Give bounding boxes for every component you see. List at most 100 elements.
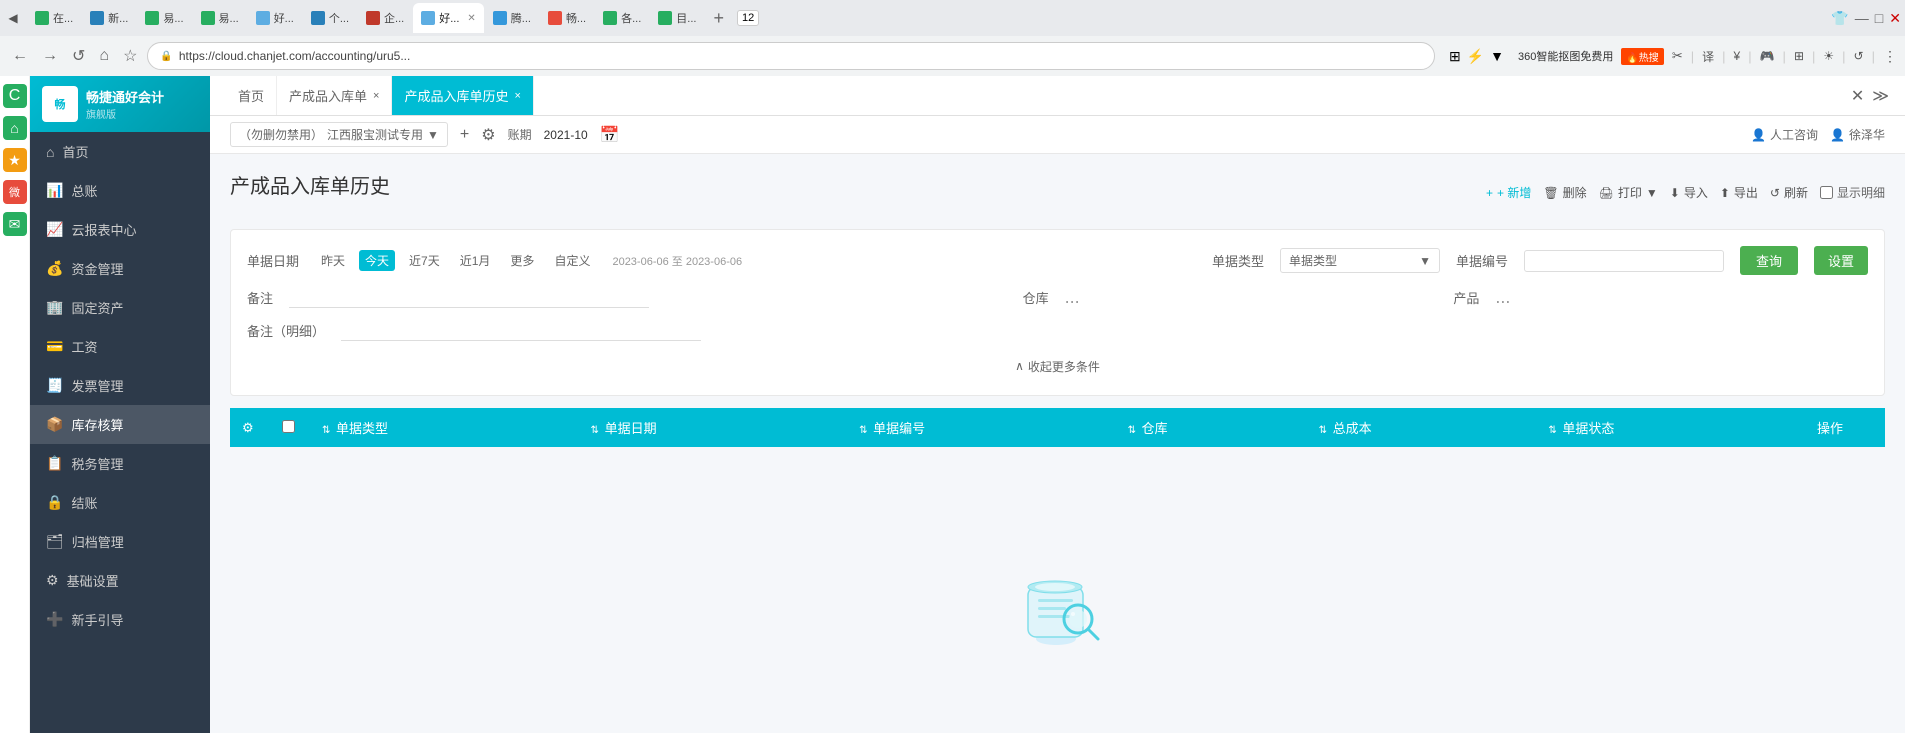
home-button[interactable]: ⌂ [95,43,113,69]
minimize-button[interactable]: — [1855,10,1869,26]
home-app-icon[interactable]: ⌂ [3,116,27,140]
tab-product-history[interactable]: 产成品入库单历史 × [392,76,533,115]
print-button[interactable]: 🖨 打印 ▼ [1599,182,1658,203]
new-tab-button[interactable]: + [705,8,732,29]
sidebar-item-inventory[interactable]: 📦 库存核算 [30,405,210,444]
date-btn-more[interactable]: 更多 [504,250,540,271]
date-btn-7days[interactable]: 近7天 [403,250,446,271]
lightning-icon[interactable]: ⚡ [1467,48,1484,65]
th-doc-num[interactable]: ⇅ 单据编号 [847,408,1116,447]
note-detail-input[interactable] [341,320,701,341]
doc-num-input[interactable] [1524,250,1724,272]
note-input[interactable] [289,287,649,308]
tab-t10[interactable]: 畅... [540,3,594,33]
sidebar-item-closing[interactable]: 🔒 结账 [30,483,210,522]
star-app-icon[interactable]: ★ [3,148,27,172]
print-dropdown-icon[interactable]: ▼ [1646,186,1658,200]
url-bar[interactable]: 🔒 https://cloud.chanjet.com/accounting/u… [147,42,1435,70]
sidebar-item-new-entry[interactable]: ➕ 新手引导 [30,600,210,639]
panel-close-icon[interactable]: ✕ [1851,86,1864,106]
weibo-app-icon[interactable]: 微 [3,180,27,204]
th-checkbox[interactable] [270,408,310,447]
date-btn-yesterday[interactable]: 昨天 [315,250,351,271]
gamepad-btn[interactable]: 🎮 [1760,49,1775,63]
sidebar-item-salary[interactable]: 💳 工资 [30,327,210,366]
th-doc-status[interactable]: ⇅ 单据状态 [1536,408,1805,447]
panel-expand-icon[interactable]: ≫ [1872,86,1889,106]
date-btn-custom[interactable]: 自定义 [548,250,596,271]
sun-btn[interactable]: ☀ [1823,49,1834,63]
more-btn[interactable]: ⋮ [1883,48,1897,65]
export-button[interactable]: ⬆ 导出 [1720,182,1758,203]
sidebar-item-basic-settings[interactable]: ⚙ 基础设置 [30,561,210,600]
reload-button[interactable]: ↺ [68,42,89,70]
grid-icon[interactable]: ⊞ [1449,48,1461,65]
tab-product-list[interactable]: 产成品入库单 × [277,76,392,115]
query-button[interactable]: 查询 [1740,246,1798,275]
mail-app-icon[interactable]: ✉ [3,212,27,236]
select-all-checkbox[interactable] [282,420,295,433]
consult-button[interactable]: 👤 人工咨询 [1751,126,1818,143]
calendar-icon[interactable]: 📅 [600,125,620,145]
date-btn-1month[interactable]: 近1月 [454,250,497,271]
th-total-cost[interactable]: ⇅ 总成本 [1307,408,1537,447]
layout-btn[interactable]: ⊞ [1794,49,1804,63]
user-info[interactable]: 👤 徐泽华 [1830,126,1885,143]
forward-button[interactable]: → [38,43,62,69]
tab-t8[interactable]: 好... ✕ [413,3,484,33]
sidebar-item-fixed-assets[interactable]: 🏢 固定资产 [30,288,210,327]
sidebar-item-tax-mgmt[interactable]: 📋 税务管理 [30,444,210,483]
browser-back-icon[interactable]: ◀ [4,9,22,27]
tab-t2[interactable]: 新... [82,3,136,33]
product-picker[interactable]: ... [1495,287,1510,308]
yuan-btn[interactable]: ¥ [1734,49,1741,63]
search-label[interactable]: 360智能抠图免费用 [1518,48,1613,64]
back-button[interactable]: ← [8,43,32,69]
delete-button[interactable]: 🗑 删除 [1543,182,1586,203]
breadcrumb-home[interactable]: 首页 [226,76,277,115]
tab-t12[interactable]: 目... [650,3,704,33]
th-doc-type[interactable]: ⇅ 单据类型 [310,408,579,447]
settings-btn[interactable]: 设置 [1814,246,1868,275]
dropdown-arrow[interactable]: ▼ [1490,48,1504,64]
tab-t7[interactable]: 企... [358,3,412,33]
company-settings-icon[interactable]: ⚙ [481,125,495,145]
sidebar-item-archive-mgmt[interactable]: 🗂 归档管理 [30,522,210,561]
company-selector[interactable]: （勿删勿禁用） 江西服宝测试专用 ▼ [230,122,448,147]
close-window-button[interactable]: ✕ [1889,10,1901,27]
tab-t9[interactable]: 腾... [485,3,539,33]
sidebar-item-home[interactable]: ⌂ 首页 [30,132,210,171]
maximize-button[interactable]: □ [1875,10,1883,26]
chanjet-app-icon[interactable]: C [3,84,27,108]
display-detail-checkbox[interactable] [1820,186,1833,199]
th-settings[interactable]: ⚙ [230,408,270,447]
th-warehouse[interactable]: ⇅ 仓库 [1116,408,1307,447]
add-company-btn[interactable]: + [460,126,469,144]
sidebar-item-general-ledger[interactable]: 📊 总账 [30,171,210,210]
close-list-tab[interactable]: × [373,90,379,102]
tab-t3[interactable]: 易... [137,3,191,33]
date-btn-today[interactable]: 今天 [359,250,395,271]
tab-close-t8[interactable]: ✕ [467,13,475,24]
undo-btn[interactable]: ↺ [1854,49,1864,63]
sidebar-item-fund-mgmt[interactable]: 💰 资金管理 [30,249,210,288]
collapse-button[interactable]: ∧ 收起更多条件 [1015,358,1100,375]
scissors-icon[interactable]: ✂ [1672,48,1683,64]
bookmark-button[interactable]: ☆ [119,42,141,70]
tab-t11[interactable]: 各... [595,3,649,33]
doc-type-select[interactable]: 单据类型 ▼ [1280,248,1440,273]
th-doc-date[interactable]: ⇅ 单据日期 [579,408,848,447]
sidebar-item-cloud-report[interactable]: 📈 云报表中心 [30,210,210,249]
sidebar-item-invoice-mgmt[interactable]: 🧾 发票管理 [30,366,210,405]
tab-t5[interactable]: 好... [248,3,302,33]
warehouse-picker[interactable]: ... [1065,287,1080,308]
tab-t6[interactable]: 个... [303,3,357,33]
tab-t4[interactable]: 易... [193,3,247,33]
import-button[interactable]: ⬇ 导入 [1670,182,1708,203]
new-button[interactable]: + + 新增 [1486,182,1531,203]
tab-t1[interactable]: 在... [27,3,81,33]
shirt-icon[interactable]: 👕 [1831,10,1848,27]
close-history-tab[interactable]: × [514,90,520,102]
translate-btn[interactable]: 译 [1702,48,1714,65]
refresh-button[interactable]: ↺ 刷新 [1770,182,1808,203]
